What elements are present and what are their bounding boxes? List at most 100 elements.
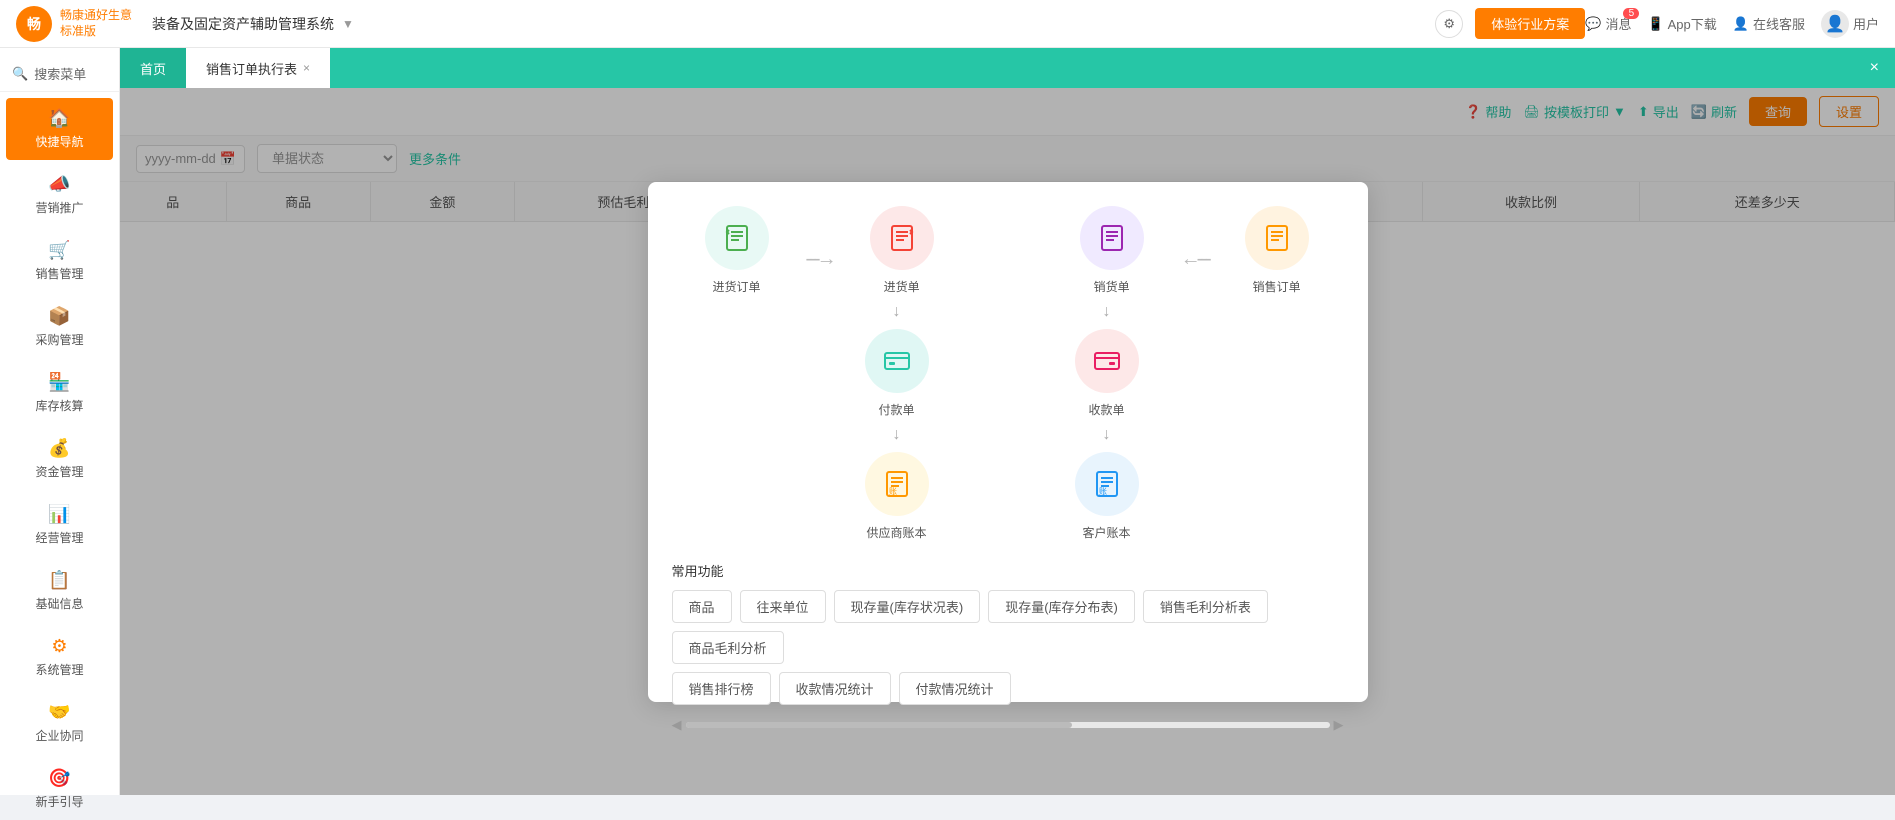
- marketing-icon: 📣: [48, 174, 70, 195]
- user-avatar: 👤: [1821, 10, 1849, 38]
- sidebar-item-label: 经营管理: [35, 529, 83, 546]
- sidebar-item-system[interactable]: ⚙ 系统管理: [6, 626, 113, 688]
- sidebar-item-label: 新手引导: [35, 793, 83, 810]
- tab-sales-exec[interactable]: 销售订单执行表 ×: [186, 48, 330, 88]
- svg-text:账: 账: [1099, 487, 1107, 496]
- flow-item-sales-bill[interactable]: 销货单: [1047, 206, 1177, 295]
- user-area[interactable]: 👤 用户: [1821, 10, 1879, 38]
- sidebar-item-marketing[interactable]: 📣 营销推广: [6, 164, 113, 226]
- app-icon: 📱: [1647, 16, 1663, 32]
- sidebar-item-finance[interactable]: 💰 资金管理: [6, 428, 113, 490]
- flow-item-supplier-ledger[interactable]: 账 供应商账本: [832, 452, 962, 541]
- message-btn[interactable]: 💬 消息 5: [1585, 14, 1631, 33]
- search-menu-btn[interactable]: 🔍 搜索菜单: [0, 56, 119, 92]
- sidebar-item-purchase[interactable]: 📦 采购管理: [6, 296, 113, 358]
- logo-text: 畅康通好生意 标准版: [60, 8, 132, 39]
- func-btn-receipt-stats[interactable]: 收款情况统计: [779, 672, 891, 705]
- scrollbar-track[interactable]: [686, 722, 1330, 728]
- sidebar-item-inventory[interactable]: 🏪 库存核算: [6, 362, 113, 424]
- sidebar-item-newbie[interactable]: 🎯 新手引导: [6, 758, 113, 820]
- sidebar-item-operations[interactable]: 📊 经营管理: [6, 494, 113, 556]
- basic-info-icon: 📋: [48, 570, 70, 591]
- user-name: 用户: [1853, 14, 1879, 33]
- func-btn-sales-rank[interactable]: 销售排行榜: [672, 672, 771, 705]
- quick-guide-overlay: 进货订单 - - -→ 进货单: [120, 88, 1895, 795]
- message-icon: 💬: [1585, 16, 1601, 32]
- func-btn-goods[interactable]: 商品: [672, 590, 732, 623]
- common-funcs: 常用功能 商品 往来单位 现存量(库存状况表) 现存量(库存分布表) 销售毛利分…: [672, 561, 1344, 705]
- sidebar-item-label: 快捷导航: [35, 133, 83, 150]
- flow-item-receipt-bill[interactable]: 收款单: [1042, 329, 1172, 418]
- supplier-ledger-label: 供应商账本: [866, 524, 926, 541]
- flow-item-purchase-bill[interactable]: 进货单: [837, 206, 967, 295]
- message-badge: 5: [1623, 8, 1639, 19]
- arrow-sb-down: ↓: [1103, 303, 1111, 321]
- sidebar-item-sales[interactable]: 🛒 销售管理: [6, 230, 113, 292]
- sales-exec-tab-label: 销售订单执行表: [206, 59, 297, 78]
- header-right: 💬 消息 5 📱 App下载 👤 在线客服 👤 用户: [1585, 10, 1879, 38]
- sales-order-label: 销售订单: [1253, 278, 1301, 295]
- content-area: 首页 销售订单执行表 × × ❓ 帮助 🖨 按模板打印 ▼: [120, 48, 1895, 795]
- receipt-bill-label: 收款单: [1088, 401, 1124, 418]
- sidebar-item-label: 系统管理: [35, 661, 83, 678]
- sidebar-item-quick-nav[interactable]: 🏠 快捷导航: [6, 98, 113, 160]
- flow-item-purchase-order[interactable]: 进货订单: [672, 206, 802, 295]
- enterprise-icon: 🤝: [48, 702, 70, 723]
- page-content: ❓ 帮助 🖨 按模板打印 ▼ ⬆ 导出 🔄 刷新 查询 设置: [120, 88, 1895, 795]
- func-btns-row2: 销售排行榜 收款情况统计 付款情况统计: [672, 672, 1344, 705]
- scrollbar-thumb: [686, 722, 1072, 728]
- svg-text:畅: 畅: [27, 16, 41, 32]
- func-btn-goods-gross[interactable]: 商品毛利分析: [672, 631, 784, 664]
- sidebar-item-label: 企业协同: [35, 727, 83, 744]
- inventory-icon: 🏪: [48, 372, 70, 393]
- tab-bar: 首页 销售订单执行表 × ×: [120, 48, 1895, 88]
- flow-item-customer-ledger[interactable]: 账 客户账本: [1042, 452, 1172, 541]
- func-btn-stock-dist[interactable]: 现存量(库存分布表): [988, 590, 1135, 623]
- func-btn-sales-gross[interactable]: 销售毛利分析表: [1143, 590, 1268, 623]
- flow-item-payment-bill[interactable]: 付款单: [832, 329, 962, 418]
- top-header: 畅 畅康通好生意 标准版 装备及固定资产辅助管理系统 ▼ ⚙ 体验行业方案 💬 …: [0, 0, 1895, 48]
- scroll-right-icon[interactable]: ▶: [1334, 717, 1344, 733]
- online-service-btn[interactable]: 👤 在线客服: [1733, 14, 1805, 33]
- func-btns: 商品 往来单位 现存量(库存状况表) 现存量(库存分布表) 销售毛利分析表 商品…: [672, 590, 1344, 664]
- sidebar-item-label: 基础信息: [35, 595, 83, 612]
- sidebar-item-label: 采购管理: [35, 331, 83, 348]
- logo-icon: 畅: [16, 6, 52, 42]
- payment-bill-circle: [865, 329, 929, 393]
- sidebar-item-label: 营销推广: [35, 199, 83, 216]
- arrow-po-pb: - - -→: [806, 248, 833, 271]
- sidebar-item-enterprise[interactable]: 🤝 企业协同: [6, 692, 113, 754]
- settings-icon-btn[interactable]: ⚙: [1435, 10, 1463, 38]
- guide-scrollbar[interactable]: ◀ ▶: [672, 717, 1344, 733]
- app-download-label: App下载: [1668, 14, 1717, 33]
- newbie-icon: 🎯: [48, 768, 70, 789]
- tab-close-icon[interactable]: ×: [303, 61, 310, 75]
- search-menu-label: 搜索菜单: [34, 64, 86, 83]
- sidebar-item-label: 销售管理: [35, 265, 83, 282]
- sidebar-item-basic-info[interactable]: 📋 基础信息: [6, 560, 113, 622]
- app-download-btn[interactable]: 📱 App下载: [1647, 14, 1716, 33]
- system-icon: ⚙: [51, 636, 67, 657]
- func-btn-payment-stats[interactable]: 付款情况统计: [899, 672, 1011, 705]
- payment-bill-label: 付款单: [878, 401, 914, 418]
- quick-nav-icon: 🏠: [48, 108, 70, 129]
- common-funcs-title: 常用功能: [672, 561, 1344, 580]
- dropdown-arrow-icon[interactable]: ▼: [342, 17, 354, 31]
- purchase-icon: 📦: [48, 306, 70, 327]
- flow-item-sales-order[interactable]: 销售订单: [1212, 206, 1342, 295]
- arrow-sb-so: ←- - -: [1181, 248, 1208, 271]
- func-btn-partners[interactable]: 往来单位: [740, 590, 826, 623]
- purchase-order-circle: [705, 206, 769, 270]
- tab-home[interactable]: 首页: [120, 48, 186, 88]
- tab-bar-close-btn[interactable]: ×: [1854, 59, 1895, 77]
- sales-order-circle: [1245, 206, 1309, 270]
- purchase-order-label: 进货订单: [712, 278, 760, 295]
- arrow-pb-down: ↓: [893, 303, 901, 321]
- guide-panel: 进货订单 - - -→ 进货单: [648, 182, 1368, 702]
- scroll-left-icon[interactable]: ◀: [672, 717, 682, 733]
- operations-icon: 📊: [48, 504, 70, 525]
- sidebar-item-label: 库存核算: [35, 397, 83, 414]
- func-btn-stock-status[interactable]: 现存量(库存状况表): [834, 590, 981, 623]
- finance-icon: 💰: [48, 438, 70, 459]
- try-btn[interactable]: 体验行业方案: [1475, 8, 1585, 39]
